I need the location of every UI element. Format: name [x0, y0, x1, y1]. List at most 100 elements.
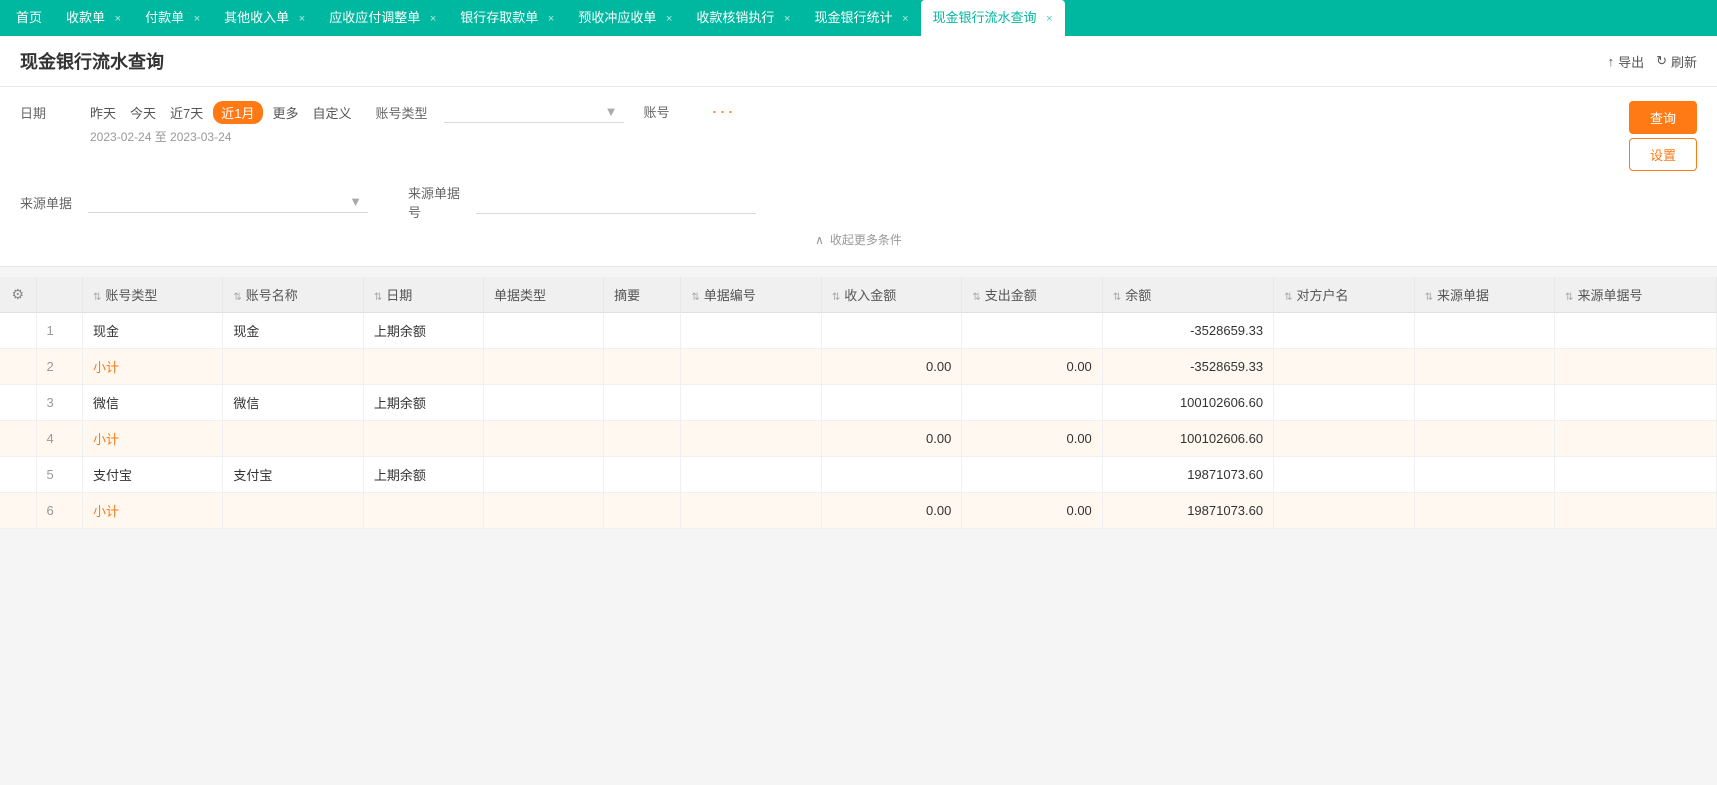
col-header-doc-num[interactable]: ⇅单据编号	[681, 277, 821, 313]
refresh-icon: ↻	[1656, 53, 1667, 69]
source-doc-select[interactable]: ▼	[88, 191, 368, 213]
nav-item-xianjintongji[interactable]: 现金银行统计 ×	[802, 0, 920, 36]
row-doc-num	[681, 349, 821, 385]
col-header-source-doc[interactable]: ⇅来源单据	[1414, 277, 1554, 313]
date-btn-today[interactable]: 今天	[126, 101, 160, 124]
close-icon[interactable]: ×	[299, 13, 305, 25]
row-income: 0.00	[821, 349, 961, 385]
row-date: 上期余额	[363, 313, 483, 349]
table-row: 2小计0.000.00-3528659.33	[0, 349, 1717, 385]
row-doc-type	[483, 385, 603, 421]
nav-item-yushou[interactable]: 预收冲应收单 ×	[566, 0, 684, 36]
row-date: 上期余额	[363, 385, 483, 421]
date-btn-1month[interactable]: 近1月	[213, 101, 262, 124]
close-icon[interactable]: ×	[194, 13, 200, 25]
row-summary	[604, 493, 681, 529]
nav-item-home[interactable]: 首页	[4, 0, 54, 36]
table-row: 3微信微信上期余额100102606.60	[0, 385, 1717, 421]
col-header-account-type[interactable]: ⇅账号类型	[82, 277, 222, 313]
row-checkbox-cell	[0, 349, 36, 385]
col-header-expense[interactable]: ⇅支出金额	[962, 277, 1102, 313]
row-expense	[962, 457, 1102, 493]
row-account-name	[223, 421, 363, 457]
date-btn-more[interactable]: 更多	[269, 101, 303, 124]
nav-item-shoukuanzhixing[interactable]: 收款核销执行 ×	[684, 0, 802, 36]
col-header-source-doc-num[interactable]: ⇅来源单据号	[1555, 277, 1717, 313]
account-filter: 账号 ···	[644, 101, 736, 122]
row-account-type: 微信	[82, 385, 222, 421]
row-checkbox-cell	[0, 421, 36, 457]
close-icon[interactable]: ×	[666, 13, 672, 25]
date-btn-7days[interactable]: 近7天	[166, 101, 207, 124]
row-account-type: 现金	[82, 313, 222, 349]
row-doc-type	[483, 421, 603, 457]
col-header-date[interactable]: ⇅日期	[363, 277, 483, 313]
row-counterparty	[1274, 493, 1414, 529]
col-header-account-name[interactable]: ⇅账号名称	[223, 277, 363, 313]
row-source-doc-num	[1555, 457, 1717, 493]
close-icon[interactable]: ×	[430, 13, 436, 25]
top-nav: 首页 收款单 × 付款单 × 其他收入单 × 应收应付调整单 × 银行存取款单 …	[0, 0, 1717, 36]
table-row: 5支付宝支付宝上期余额19871073.60	[0, 457, 1717, 493]
row-summary	[604, 385, 681, 421]
nav-item-shoukuandan[interactable]: 收款单 ×	[54, 0, 133, 36]
close-icon[interactable]: ×	[902, 13, 908, 25]
row-index-cell: 1	[36, 313, 82, 349]
nav-item-fukuandan[interactable]: 付款单 ×	[133, 0, 212, 36]
source-doc-num-filter: 来源单据号	[408, 183, 756, 221]
col-header-counterparty[interactable]: ⇅对方户名	[1274, 277, 1414, 313]
dropdown-icon: ▼	[605, 104, 618, 119]
row-doc-num	[681, 385, 821, 421]
row-index-cell: 4	[36, 421, 82, 457]
row-account-type: 小计	[82, 349, 222, 385]
date-filter-label: 日期	[20, 103, 80, 122]
source-doc-num-label: 来源单据号	[408, 183, 468, 221]
source-doc-label: 来源单据	[20, 193, 80, 212]
row-doc-type	[483, 493, 603, 529]
row-date	[363, 421, 483, 457]
account-dots[interactable]: ···	[712, 101, 736, 122]
row-source-doc	[1414, 313, 1554, 349]
row-doc-num	[681, 493, 821, 529]
refresh-button[interactable]: ↻ 刷新	[1656, 52, 1697, 71]
nav-item-qitashouru[interactable]: 其他收入单 ×	[212, 0, 317, 36]
close-icon[interactable]: ×	[115, 13, 121, 25]
row-income: 0.00	[821, 493, 961, 529]
col-header-balance[interactable]: ⇅余额	[1102, 277, 1273, 313]
row-account-name: 支付宝	[223, 457, 363, 493]
row-counterparty	[1274, 457, 1414, 493]
row-checkbox-cell	[0, 385, 36, 421]
row-summary	[604, 349, 681, 385]
close-icon[interactable]: ×	[1046, 13, 1052, 25]
nav-item-xianjinliushui[interactable]: 现金银行流水查询 ×	[921, 0, 1065, 36]
row-balance: 19871073.60	[1102, 493, 1273, 529]
close-icon[interactable]: ×	[548, 13, 554, 25]
row-expense	[962, 313, 1102, 349]
row-checkbox-cell	[0, 493, 36, 529]
column-settings-header[interactable]: ⚙	[0, 277, 36, 313]
row-account-type: 小计	[82, 493, 222, 529]
date-btn-custom[interactable]: 自定义	[309, 101, 356, 124]
close-icon[interactable]: ×	[784, 13, 790, 25]
account-type-select[interactable]: ▼	[444, 101, 624, 123]
row-source-doc-num	[1555, 385, 1717, 421]
row-balance: 100102606.60	[1102, 385, 1273, 421]
query-button[interactable]: 查询	[1629, 101, 1697, 134]
row-index-cell: 3	[36, 385, 82, 421]
nav-item-yingshoutiaozheng[interactable]: 应收应付调整单 ×	[317, 0, 448, 36]
date-btn-yesterday[interactable]: 昨天	[86, 101, 120, 124]
column-settings-icon[interactable]: ⚙	[11, 286, 24, 302]
row-expense: 0.00	[962, 349, 1102, 385]
collapse-bar[interactable]: ∧ 收起更多条件	[20, 227, 1697, 252]
row-index-cell: 6	[36, 493, 82, 529]
row-checkbox-cell	[0, 313, 36, 349]
settings-button[interactable]: 设置	[1629, 138, 1697, 171]
row-date	[363, 493, 483, 529]
col-header-income[interactable]: ⇅收入金额	[821, 277, 961, 313]
row-account-type: 支付宝	[82, 457, 222, 493]
row-source-doc-num	[1555, 313, 1717, 349]
source-doc-num-input[interactable]	[476, 190, 756, 214]
export-button[interactable]: ↑ 导出	[1608, 52, 1645, 71]
account-type-label: 账号类型	[376, 103, 436, 122]
nav-item-yinhangcunkuan[interactable]: 银行存取款单 ×	[448, 0, 566, 36]
